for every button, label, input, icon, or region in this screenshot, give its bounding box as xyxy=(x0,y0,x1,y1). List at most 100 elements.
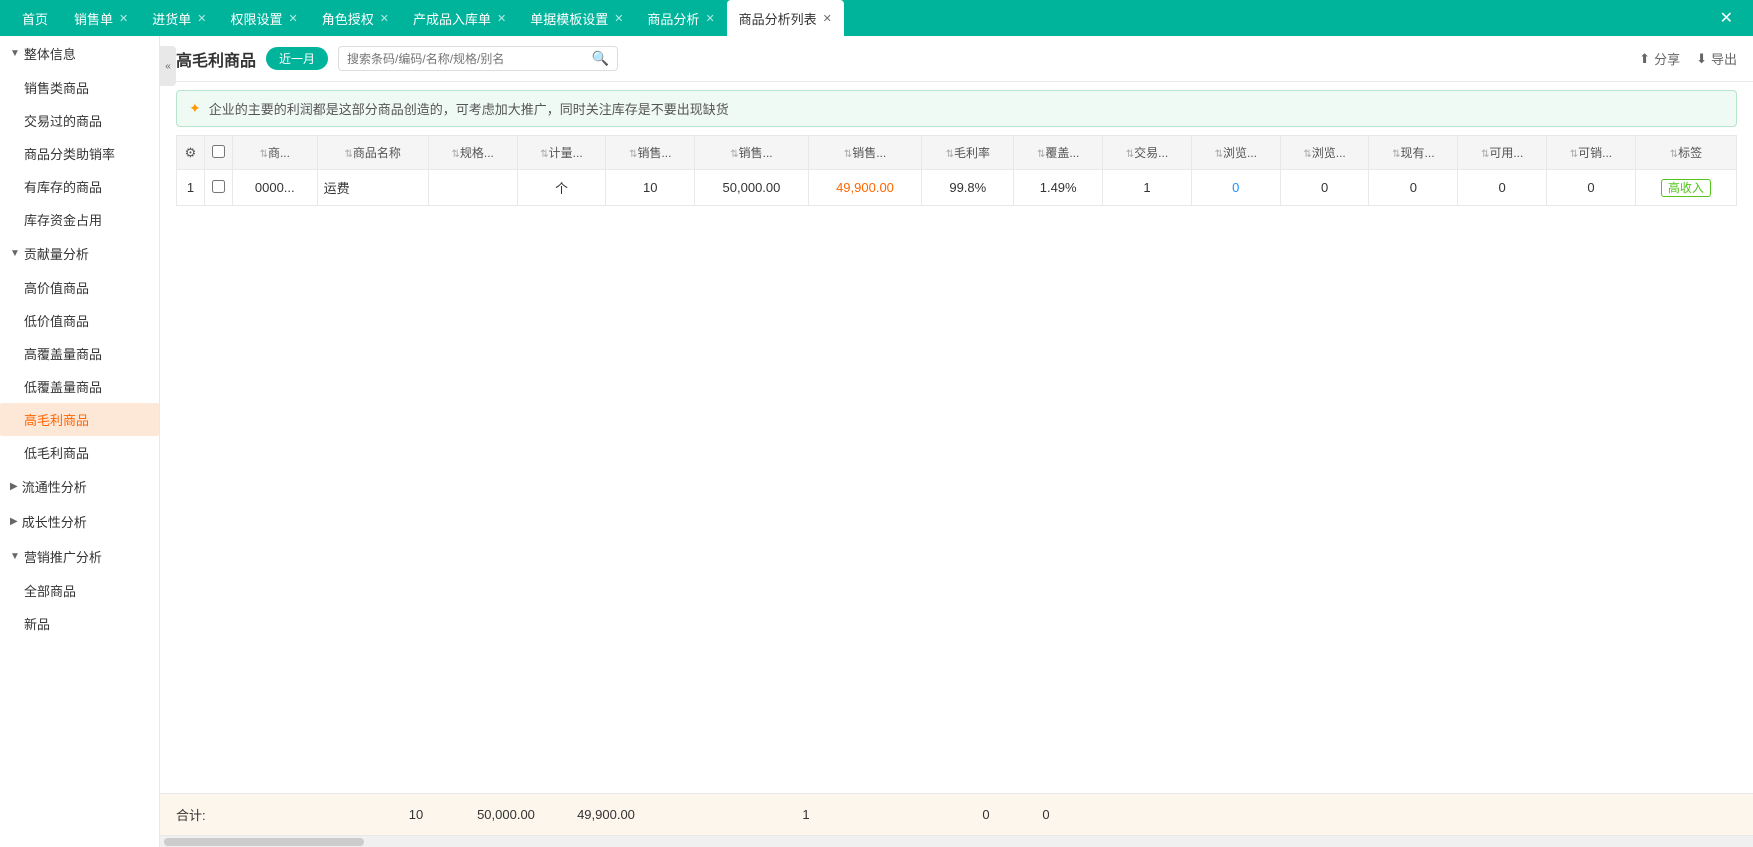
nav-tab-close[interactable]: ✕ xyxy=(614,12,623,25)
sidebar-item-高覆盖量商品[interactable]: 高覆盖量商品 xyxy=(0,337,159,370)
arrow-icon: ▼ xyxy=(10,48,20,59)
horizontal-scrollbar[interactable] xyxy=(160,835,1753,847)
nav-tab-产成品入库单[interactable]: 产成品入库单✕ xyxy=(401,0,518,36)
column-header-stock[interactable]: ⇅现有... xyxy=(1369,136,1458,170)
share-icon: ⬆ xyxy=(1639,51,1650,67)
column-header-unit[interactable]: ⇅计量... xyxy=(517,136,606,170)
nav-tab-单据模板设置[interactable]: 单据模板设置✕ xyxy=(518,0,635,36)
cell-name: 运费 xyxy=(317,170,428,206)
sidebar-item-交易过的商品[interactable]: 交易过的商品 xyxy=(0,104,159,137)
tag-badge: 高收入 xyxy=(1661,179,1711,197)
column-header-available[interactable]: ⇅可用... xyxy=(1458,136,1547,170)
sidebar-group-label: 贡献量分析 xyxy=(24,244,89,263)
cell-unit: 个 xyxy=(517,170,606,206)
nav-tab-close[interactable]: ✕ xyxy=(705,12,714,25)
column-header-gross_rate[interactable]: ⇅毛利率 xyxy=(922,136,1014,170)
column-header-settings[interactable]: ⚙ xyxy=(177,136,205,170)
column-header-browse2[interactable]: ⇅浏览... xyxy=(1280,136,1369,170)
search-icon[interactable]: 🔍 xyxy=(592,50,609,67)
column-header-name[interactable]: ⇅商品名称 xyxy=(317,136,428,170)
sidebar-item-商品分类助销率[interactable]: 商品分类助销率 xyxy=(0,137,159,170)
column-header-checkbox[interactable] xyxy=(205,136,233,170)
filter-last-month[interactable]: 近一月 xyxy=(266,47,328,70)
settings-icon[interactable]: ⚙ xyxy=(185,145,197,160)
cell-stock: 0 xyxy=(1369,170,1458,206)
share-button[interactable]: ⬆ 分享 xyxy=(1639,49,1680,68)
column-header-sellable[interactable]: ⇅可销... xyxy=(1547,136,1636,170)
info-icon: ✦ xyxy=(189,100,201,117)
nav-tab-销售单[interactable]: 销售单✕ xyxy=(62,0,140,36)
sidebar-item-高毛利商品[interactable]: 高毛利商品 xyxy=(0,403,159,436)
row-checkbox[interactable] xyxy=(212,180,225,193)
info-banner: ✦ 企业的主要的利润都是这部分商品创造的，可考虑加大推广，同时关注库存是不要出现… xyxy=(176,90,1737,127)
footer-totals: 合计: 10 50,000.00 49,900.00 1 0 0 xyxy=(160,793,1753,835)
sidebar-group-流通性分析[interactable]: ▶ 流通性分析 xyxy=(0,469,159,504)
cell-browse2: 0 xyxy=(1280,170,1369,206)
cell-code: 0000... xyxy=(233,170,318,206)
sidebar-group-label: 成长性分析 xyxy=(22,512,87,531)
cell-sales-qty: 10 xyxy=(606,170,695,206)
cell-trade: 1 xyxy=(1103,170,1192,206)
sidebar-group-整体信息[interactable]: ▼ 整体信息 xyxy=(0,36,159,71)
column-header-no[interactable]: ⇅商... xyxy=(233,136,318,170)
footer-sales-qty: 10 xyxy=(376,807,456,822)
sidebar-group-成长性分析[interactable]: ▶ 成长性分析 xyxy=(0,504,159,539)
search-input[interactable] xyxy=(347,52,592,66)
column-header-sales_amount[interactable]: ⇅销售... xyxy=(695,136,809,170)
sidebar: ▼整体信息销售类商品交易过的商品商品分类助销率有库存的商品库存资金占用▼贡献量分… xyxy=(0,36,160,847)
arrow-icon: ▶ xyxy=(10,481,18,492)
cell-checkbox[interactable] xyxy=(205,170,233,206)
column-header-browse1[interactable]: ⇅浏览... xyxy=(1191,136,1280,170)
nav-tab-close[interactable]: ✕ xyxy=(497,12,506,25)
column-header-sales_cost[interactable]: ⇅销售... xyxy=(808,136,922,170)
window-close-button[interactable]: ✕ xyxy=(1708,8,1745,28)
column-header-trade[interactable]: ⇅交易... xyxy=(1103,136,1192,170)
nav-tab-close[interactable]: ✕ xyxy=(823,12,832,25)
nav-tab-商品分析列表[interactable]: 商品分析列表✕ xyxy=(727,0,844,36)
sidebar-item-低毛利商品[interactable]: 低毛利商品 xyxy=(0,436,159,469)
cell-browse1[interactable]: 0 xyxy=(1191,170,1280,206)
sidebar-item-高价值商品[interactable]: 高价值商品 xyxy=(0,271,159,304)
nav-tab-商品分析[interactable]: 商品分析✕ xyxy=(635,0,726,36)
sidebar-collapse-button[interactable]: « xyxy=(160,46,176,86)
sidebar-item-销售类商品[interactable]: 销售类商品 xyxy=(0,71,159,104)
page-title: 高毛利商品 xyxy=(176,47,256,71)
nav-tab-close[interactable]: ✕ xyxy=(289,12,298,25)
cell-spec xyxy=(428,170,517,206)
nav-tab-close[interactable]: ✕ xyxy=(119,12,128,25)
sidebar-item-低价值商品[interactable]: 低价值商品 xyxy=(0,304,159,337)
sidebar-group-营销推广分析[interactable]: ▼营销推广分析 xyxy=(0,539,159,574)
sidebar-item-低覆盖量商品[interactable]: 低覆盖量商品 xyxy=(0,370,159,403)
cell-sellable: 0 xyxy=(1547,170,1636,206)
footer-available: 0 xyxy=(1016,807,1076,822)
sidebar-item-有库存的商品[interactable]: 有库存的商品 xyxy=(0,170,159,203)
scrollbar-thumb[interactable] xyxy=(164,838,364,846)
sidebar-group-贡献量分析[interactable]: ▼贡献量分析 xyxy=(0,236,159,271)
column-header-spec[interactable]: ⇅规格... xyxy=(428,136,517,170)
arrow-icon: ▼ xyxy=(10,551,20,562)
arrow-icon: ▶ xyxy=(10,516,18,527)
table-wrapper: ⚙⇅商...⇅商品名称⇅规格...⇅计量...⇅销售...⇅销售...⇅销售..… xyxy=(160,135,1753,793)
sidebar-item-库存资金占用[interactable]: 库存资金占用 xyxy=(0,203,159,236)
nav-tab-进货单[interactable]: 进货单✕ xyxy=(140,0,218,36)
sidebar-item-新品[interactable]: 新品 xyxy=(0,607,159,640)
nav-home[interactable]: 首页 xyxy=(8,0,62,36)
column-header-tag[interactable]: ⇅标签 xyxy=(1635,136,1736,170)
nav-tab-角色授权[interactable]: 角色授权✕ xyxy=(310,0,401,36)
info-banner-text: 企业的主要的利润都是这部分商品创造的，可考虑加大推广，同时关注库存是不要出现缺货 xyxy=(209,99,729,118)
footer-stock: 0 xyxy=(956,807,1016,822)
top-navigation: 首页 销售单✕进货单✕权限设置✕角色授权✕产成品入库单✕单据模板设置✕商品分析✕… xyxy=(0,0,1753,36)
cell-seq: 1 xyxy=(177,170,205,206)
sidebar-group-label: 整体信息 xyxy=(24,44,76,63)
export-icon: ⬇ xyxy=(1696,51,1707,67)
browse1-link[interactable]: 0 xyxy=(1232,180,1239,195)
nav-tab-close[interactable]: ✕ xyxy=(380,12,389,25)
nav-tab-close[interactable]: ✕ xyxy=(197,12,206,25)
sidebar-group-label: 流通性分析 xyxy=(22,477,87,496)
column-header-sales_qty[interactable]: ⇅销售... xyxy=(606,136,695,170)
select-all-checkbox[interactable] xyxy=(212,145,225,158)
sidebar-item-全部商品[interactable]: 全部商品 xyxy=(0,574,159,607)
nav-tab-权限设置[interactable]: 权限设置✕ xyxy=(218,0,309,36)
column-header-coverage[interactable]: ⇅覆盖... xyxy=(1014,136,1103,170)
export-button[interactable]: ⬇ 导出 xyxy=(1696,49,1737,68)
